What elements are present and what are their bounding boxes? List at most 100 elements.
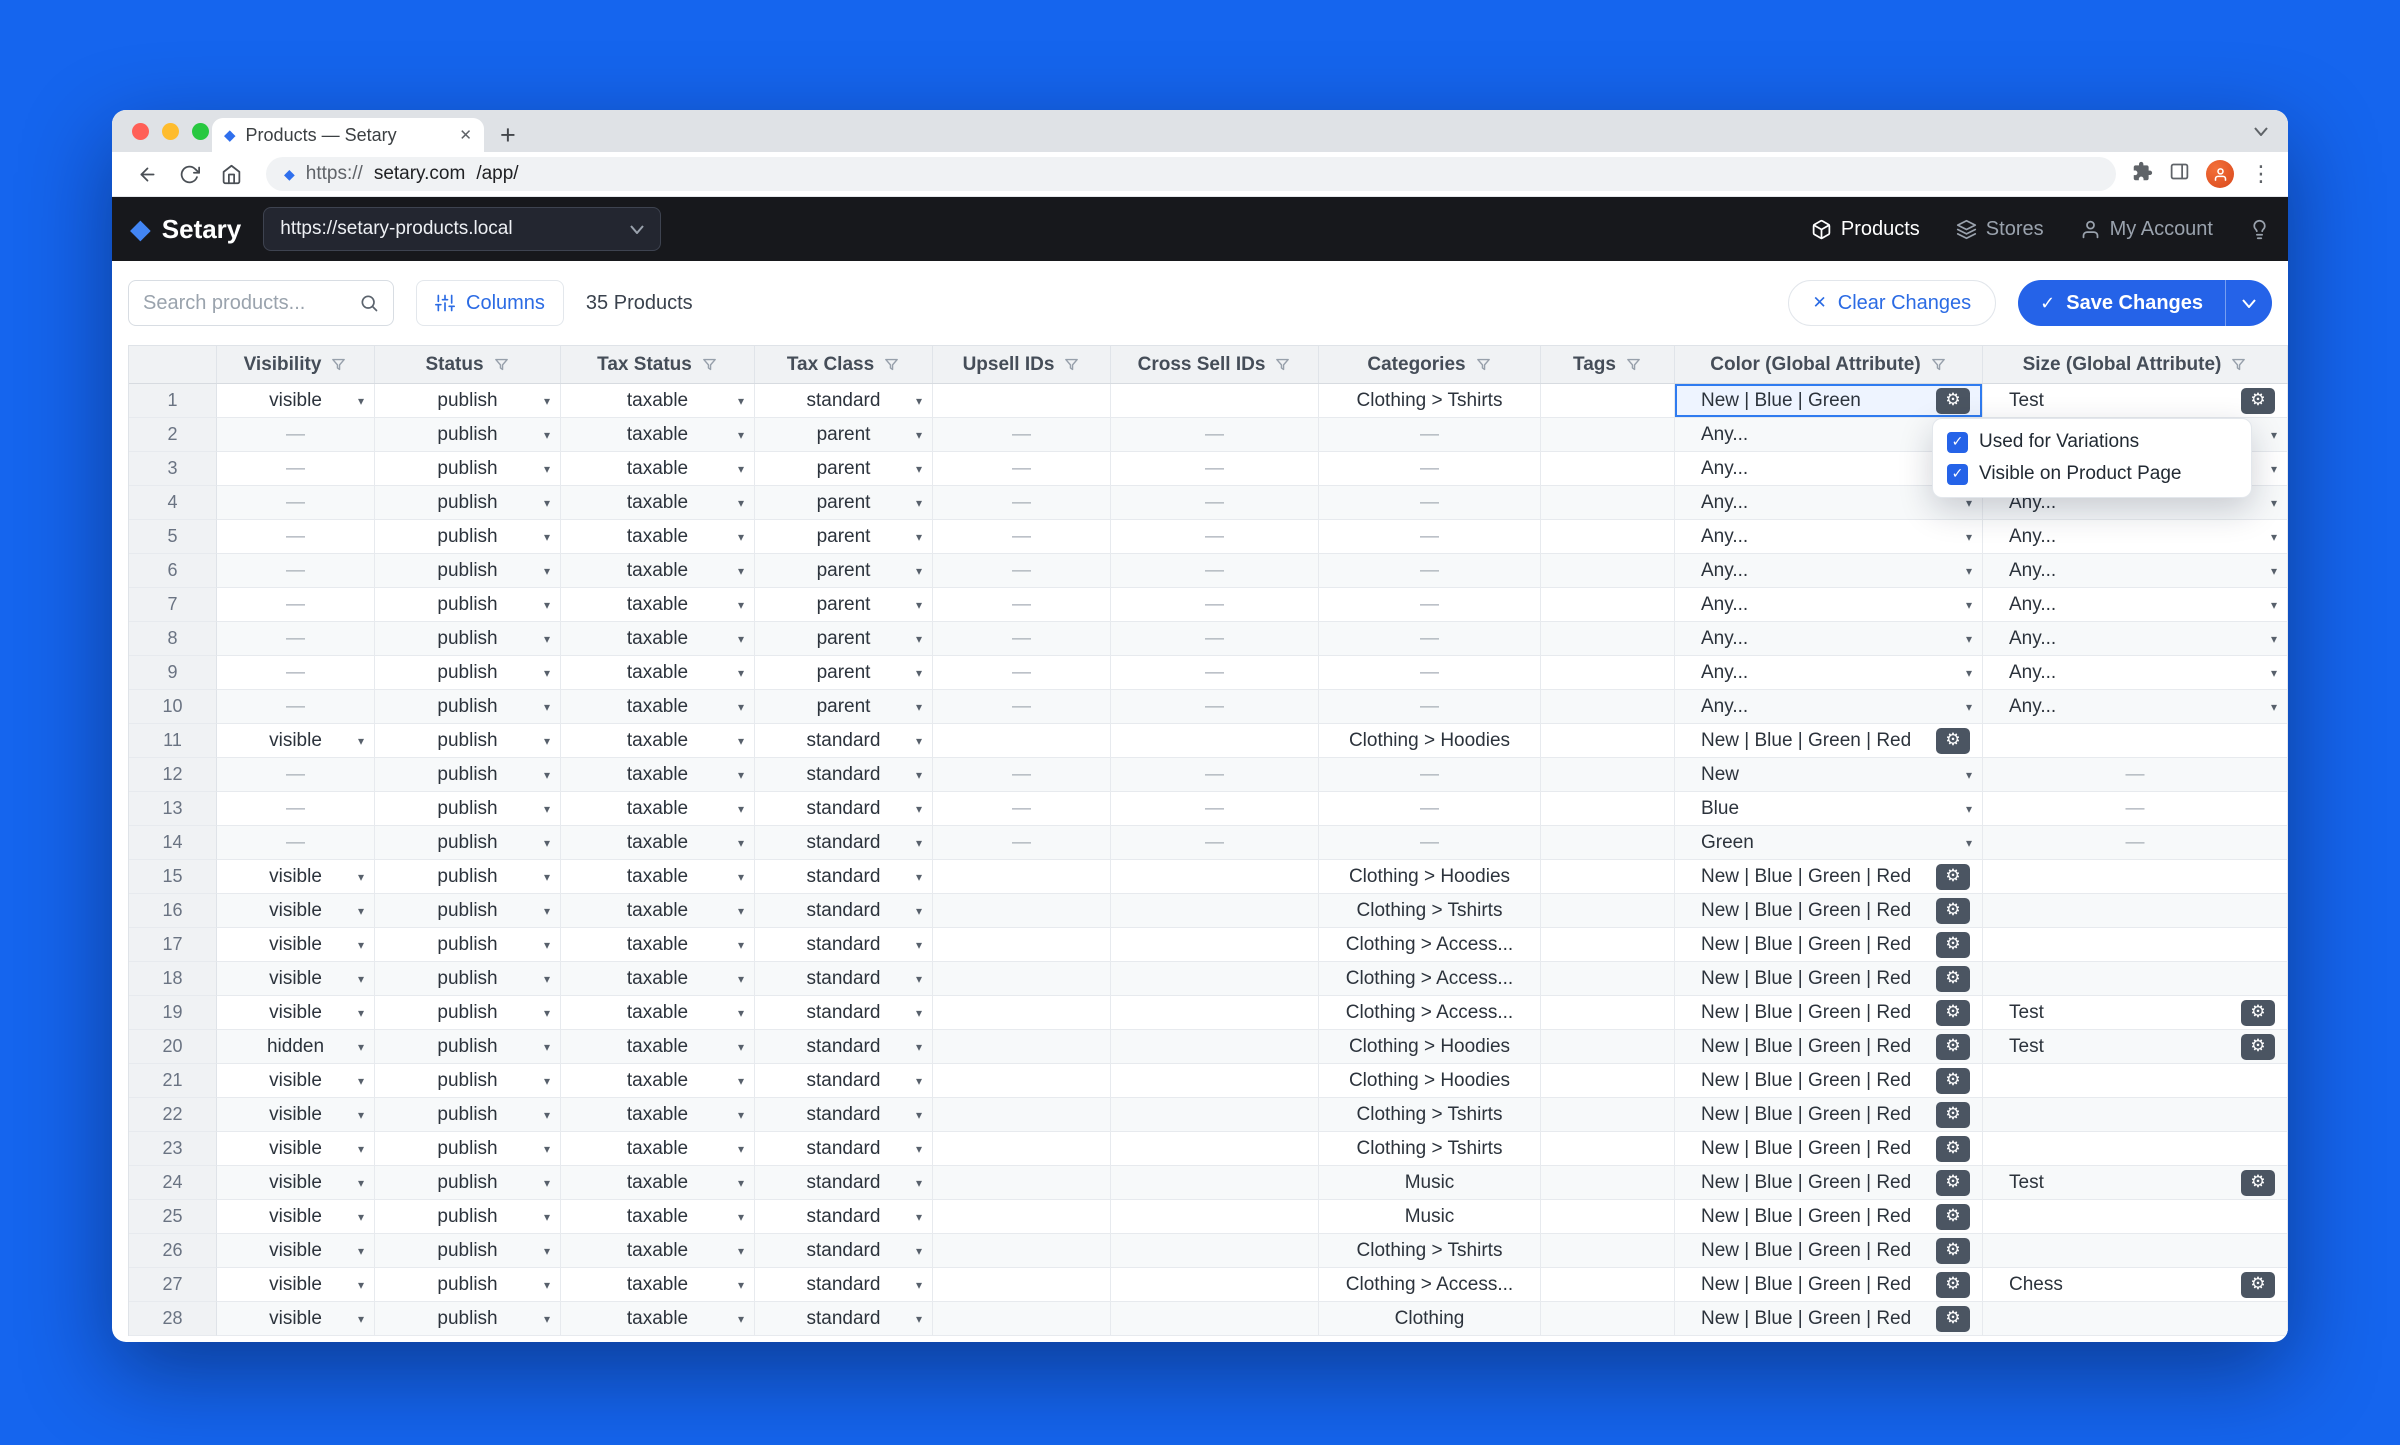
cell-color-attribute[interactable]: New | Blue | Green | Red ⚙ bbox=[1675, 1064, 1983, 1098]
cell-categories[interactable]: Clothing > Access... bbox=[1319, 996, 1541, 1030]
dropdown-arrow-icon[interactable]: ▾ bbox=[2271, 462, 2277, 476]
dropdown-arrow-icon[interactable]: ▾ bbox=[358, 1142, 364, 1156]
dropdown-arrow-icon[interactable]: ▾ bbox=[738, 1142, 744, 1156]
attribute-settings-gear-icon[interactable]: ⚙ bbox=[1936, 1237, 1970, 1264]
cell-upsell-ids[interactable] bbox=[933, 1098, 1111, 1132]
dropdown-arrow-icon[interactable]: ▾ bbox=[544, 802, 550, 816]
cell-tags[interactable] bbox=[1541, 418, 1675, 452]
dropdown-arrow-icon[interactable]: ▾ bbox=[544, 1040, 550, 1054]
cell-categories[interactable]: Clothing > Access... bbox=[1319, 962, 1541, 996]
dropdown-arrow-icon[interactable]: ▾ bbox=[738, 598, 744, 612]
cell-color-attribute[interactable]: New | Blue | Green | Red ⚙ bbox=[1675, 1166, 1983, 1200]
cell-status[interactable]: publish ▾ bbox=[375, 1268, 561, 1302]
cell-tags[interactable] bbox=[1541, 724, 1675, 758]
browser-tab-active[interactable]: ◆ Products — Setary ✕ bbox=[212, 118, 484, 152]
dropdown-arrow-icon[interactable]: ▾ bbox=[916, 632, 922, 646]
cell-tags[interactable] bbox=[1541, 1166, 1675, 1200]
cell-tax-status[interactable]: taxable ▾ bbox=[561, 758, 755, 792]
dropdown-arrow-icon[interactable]: ▾ bbox=[916, 734, 922, 748]
cell-tax-class[interactable]: standard ▾ bbox=[755, 928, 933, 962]
cell-visibility[interactable]: visible ▾ bbox=[217, 928, 375, 962]
dropdown-arrow-icon[interactable]: ▾ bbox=[544, 734, 550, 748]
dropdown-arrow-icon[interactable]: ▾ bbox=[358, 904, 364, 918]
cell-tags[interactable] bbox=[1541, 384, 1675, 418]
cell-color-attribute[interactable]: Green ▾ bbox=[1675, 826, 1983, 860]
dropdown-arrow-icon[interactable]: ▾ bbox=[358, 1040, 364, 1054]
minimize-window-button[interactable] bbox=[162, 122, 179, 140]
cell-cross-sell-ids[interactable] bbox=[1111, 1302, 1319, 1336]
dropdown-arrow-icon[interactable]: ▾ bbox=[544, 598, 550, 612]
cell-tax-status[interactable]: taxable ▾ bbox=[561, 1234, 755, 1268]
cell-tax-status[interactable]: taxable ▾ bbox=[561, 554, 755, 588]
cell-status[interactable]: publish ▾ bbox=[375, 1302, 561, 1336]
attribute-settings-gear-icon[interactable]: ⚙ bbox=[2241, 1169, 2275, 1196]
cell-tax-class[interactable]: standard ▾ bbox=[755, 1098, 933, 1132]
cell-cross-sell-ids[interactable] bbox=[1111, 1098, 1319, 1132]
cell-categories[interactable]: Clothing > Tshirts bbox=[1319, 894, 1541, 928]
cell-size-attribute[interactable]: Test ⚙ bbox=[1983, 1030, 2288, 1064]
cell-color-attribute-selected[interactable]: New | Blue | Green ⚙ bbox=[1675, 384, 1983, 418]
cell-tax-class[interactable]: parent ▾ bbox=[755, 588, 933, 622]
cell-tax-class[interactable]: standard ▾ bbox=[755, 1234, 933, 1268]
dropdown-arrow-icon[interactable]: ▾ bbox=[916, 428, 922, 442]
attribute-settings-gear-icon[interactable]: ⚙ bbox=[2241, 1033, 2275, 1060]
cell-size-attribute[interactable]: Any... ▾ bbox=[1983, 656, 2288, 690]
dropdown-arrow-icon[interactable]: ▾ bbox=[2271, 666, 2277, 680]
filter-icon[interactable] bbox=[1274, 356, 1291, 373]
cell-status[interactable]: publish ▾ bbox=[375, 962, 561, 996]
cell-color-attribute[interactable]: New | Blue | Green | Red ⚙ bbox=[1675, 1234, 1983, 1268]
cell-size-attribute[interactable] bbox=[1983, 860, 2288, 894]
cell-cross-sell-ids[interactable] bbox=[1111, 860, 1319, 894]
cell-tags[interactable] bbox=[1541, 1302, 1675, 1336]
cell-upsell-ids[interactable] bbox=[933, 860, 1111, 894]
cell-visibility[interactable]: visible ▾ bbox=[217, 1064, 375, 1098]
dropdown-arrow-icon[interactable]: ▾ bbox=[916, 1006, 922, 1020]
cell-cross-sell-ids[interactable] bbox=[1111, 1268, 1319, 1302]
dropdown-arrow-icon[interactable]: ▾ bbox=[738, 1244, 744, 1258]
cell-status[interactable]: publish ▾ bbox=[375, 588, 561, 622]
cell-color-attribute[interactable]: New | Blue | Green | Red ⚙ bbox=[1675, 1132, 1983, 1166]
cell-cross-sell-ids[interactable] bbox=[1111, 1030, 1319, 1064]
cell-cross-sell-ids[interactable] bbox=[1111, 894, 1319, 928]
cell-tax-class[interactable]: standard ▾ bbox=[755, 826, 933, 860]
dropdown-arrow-icon[interactable]: ▾ bbox=[1966, 700, 1972, 714]
cell-status[interactable]: publish ▾ bbox=[375, 1132, 561, 1166]
dropdown-arrow-icon[interactable]: ▾ bbox=[1966, 768, 1972, 782]
cell-status[interactable]: publish ▾ bbox=[375, 690, 561, 724]
search-box[interactable] bbox=[128, 280, 394, 326]
cell-tax-class[interactable]: parent ▾ bbox=[755, 656, 933, 690]
dropdown-arrow-icon[interactable]: ▾ bbox=[358, 972, 364, 986]
cell-categories[interactable]: Clothing > Tshirts bbox=[1319, 384, 1541, 418]
cell-tax-class[interactable]: standard ▾ bbox=[755, 758, 933, 792]
dropdown-arrow-icon[interactable]: ▾ bbox=[544, 1176, 550, 1190]
dropdown-arrow-icon[interactable]: ▾ bbox=[738, 496, 744, 510]
cell-visibility[interactable]: hidden ▾ bbox=[217, 1030, 375, 1064]
attribute-settings-gear-icon[interactable]: ⚙ bbox=[1936, 999, 1970, 1026]
dropdown-arrow-icon[interactable]: ▾ bbox=[544, 1142, 550, 1156]
cell-status[interactable]: publish ▾ bbox=[375, 1064, 561, 1098]
dropdown-arrow-icon[interactable]: ▾ bbox=[544, 496, 550, 510]
cell-cross-sell-ids[interactable] bbox=[1111, 962, 1319, 996]
nav-products[interactable]: Products bbox=[1811, 218, 1920, 241]
nav-my-account[interactable]: My Account bbox=[2080, 218, 2213, 241]
cell-upsell-ids[interactable] bbox=[933, 1302, 1111, 1336]
cell-tax-status[interactable]: taxable ▾ bbox=[561, 486, 755, 520]
cell-status[interactable]: publish ▾ bbox=[375, 724, 561, 758]
cell-size-attribute[interactable] bbox=[1983, 1200, 2288, 1234]
dropdown-arrow-icon[interactable]: ▾ bbox=[738, 802, 744, 816]
cell-size-attribute[interactable]: Test ⚙ bbox=[1983, 996, 2288, 1030]
filter-icon[interactable] bbox=[701, 356, 718, 373]
cell-tax-status[interactable]: taxable ▾ bbox=[561, 452, 755, 486]
dropdown-arrow-icon[interactable]: ▾ bbox=[916, 1210, 922, 1224]
dropdown-arrow-icon[interactable]: ▾ bbox=[544, 1244, 550, 1258]
cell-tax-status[interactable]: taxable ▾ bbox=[561, 622, 755, 656]
profile-avatar[interactable] bbox=[2206, 160, 2234, 188]
attribute-settings-gear-icon[interactable]: ⚙ bbox=[1936, 387, 1970, 414]
cell-tax-status[interactable]: taxable ▾ bbox=[561, 1098, 755, 1132]
cell-visibility[interactable]: visible ▾ bbox=[217, 1302, 375, 1336]
search-input[interactable] bbox=[143, 291, 351, 315]
cell-upsell-ids[interactable] bbox=[933, 1064, 1111, 1098]
dropdown-arrow-icon[interactable]: ▾ bbox=[358, 1006, 364, 1020]
cell-tags[interactable] bbox=[1541, 792, 1675, 826]
dropdown-arrow-icon[interactable]: ▾ bbox=[916, 836, 922, 850]
